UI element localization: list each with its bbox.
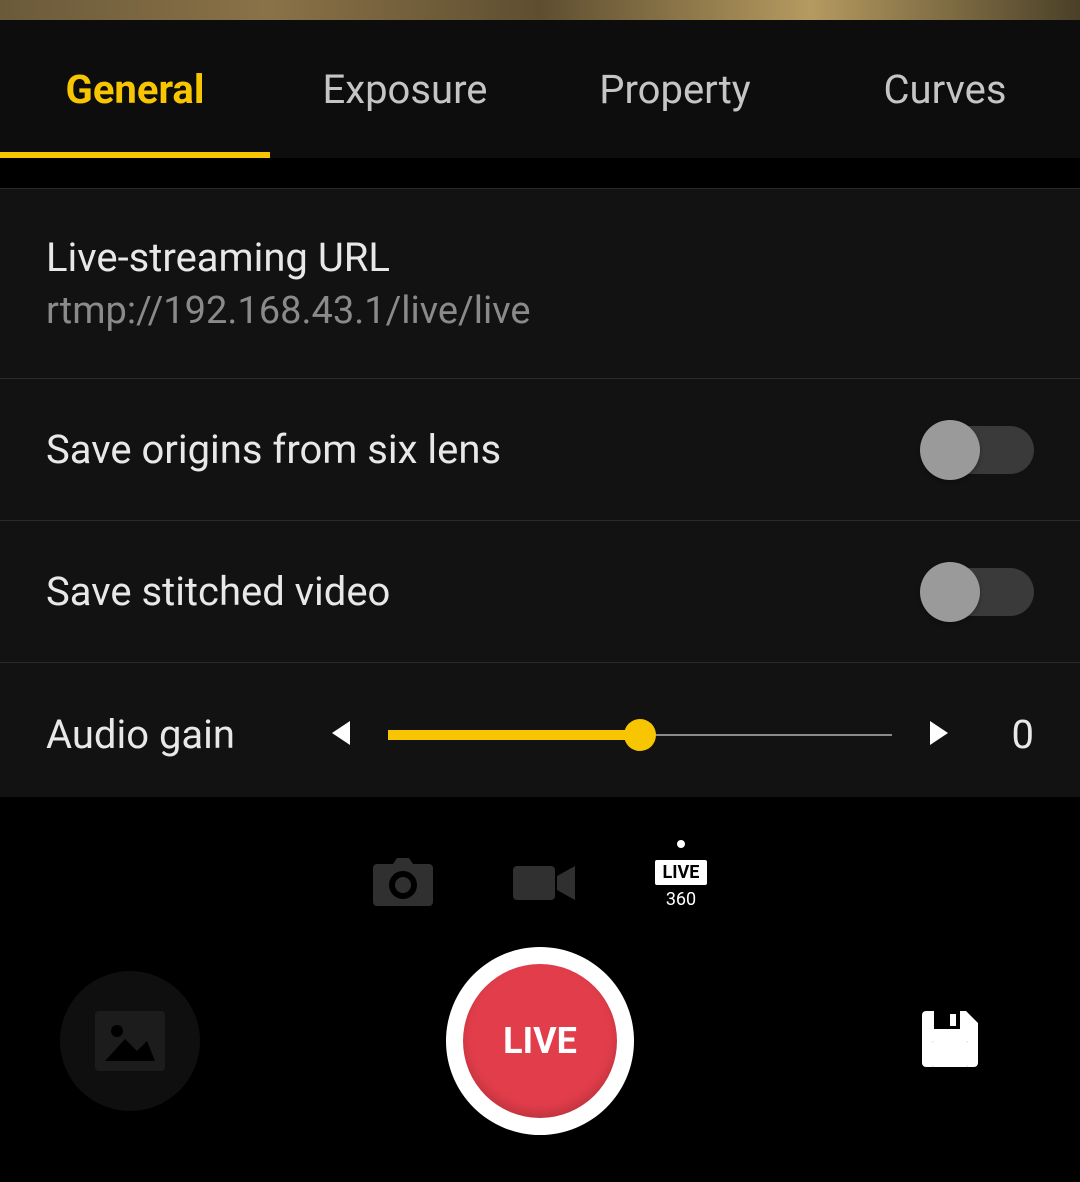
tab-property[interactable]: Property [540,20,810,158]
slider-fill [388,730,640,740]
toggle-knob [920,420,980,480]
live-badge: LIVE [655,860,708,885]
tabs-bar: General Exposure Property Curves [0,20,1080,158]
live-360-icon: LIVE 360 [655,860,708,910]
save-button[interactable] [922,1011,978,1071]
live-360-label: 360 [666,889,696,910]
image-icon [95,1011,165,1071]
audio-gain-increase-button[interactable] [922,717,954,753]
audio-gain-value: 0 [954,711,1034,758]
toggle-knob [920,562,980,622]
tab-curves[interactable]: Curves [810,20,1080,158]
slider-thumb [624,719,656,751]
save-stitched-toggle[interactable] [924,568,1034,616]
audio-gain-controls [326,717,954,753]
live-url-row[interactable]: Live-streaming URL rtmp://192.168.43.1/l… [0,188,1080,378]
mode-live360-button[interactable]: LIVE 360 [655,860,708,910]
tab-label: Exposure [323,66,488,113]
triangle-right-icon [922,717,954,749]
video-icon [513,862,575,904]
mode-selector: LIVE 360 [0,797,1080,937]
main-controls: LIVE [0,947,1080,1135]
tab-label: Property [599,66,750,113]
settings-panel: Live-streaming URL rtmp://192.168.43.1/l… [0,188,1080,807]
mode-photo-button[interactable] [373,858,433,912]
save-stitched-label: Save stitched video [46,568,390,615]
triangle-left-icon [326,717,358,749]
camera-preview-strip [0,0,1080,20]
camera-icon [373,858,433,908]
gallery-button[interactable] [60,971,200,1111]
mode-video-button[interactable] [513,862,575,908]
save-origins-row: Save origins from six lens [0,378,1080,520]
tab-general[interactable]: General [0,20,270,158]
save-origins-label: Save origins from six lens [46,426,501,473]
live-url-label: Live-streaming URL [46,234,1034,281]
mode-active-dot-icon [677,840,685,848]
record-live-button[interactable]: LIVE [446,947,634,1135]
save-origins-toggle[interactable] [924,426,1034,474]
save-floppy-icon [922,1011,978,1067]
record-inner: LIVE [463,964,617,1118]
tab-label: Curves [884,66,1007,113]
save-stitched-row: Save stitched video [0,520,1080,662]
tab-label: General [66,66,205,113]
audio-gain-decrease-button[interactable] [326,717,358,753]
live-url-value: rtmp://192.168.43.1/live/live [46,289,1034,333]
record-label: LIVE [503,1020,577,1062]
audio-gain-row: Audio gain 0 [0,662,1080,807]
audio-gain-slider[interactable] [388,720,892,750]
audio-gain-label: Audio gain [46,711,326,758]
bottom-bar: LIVE 360 LIVE [0,797,1080,1182]
tab-exposure[interactable]: Exposure [270,20,540,158]
